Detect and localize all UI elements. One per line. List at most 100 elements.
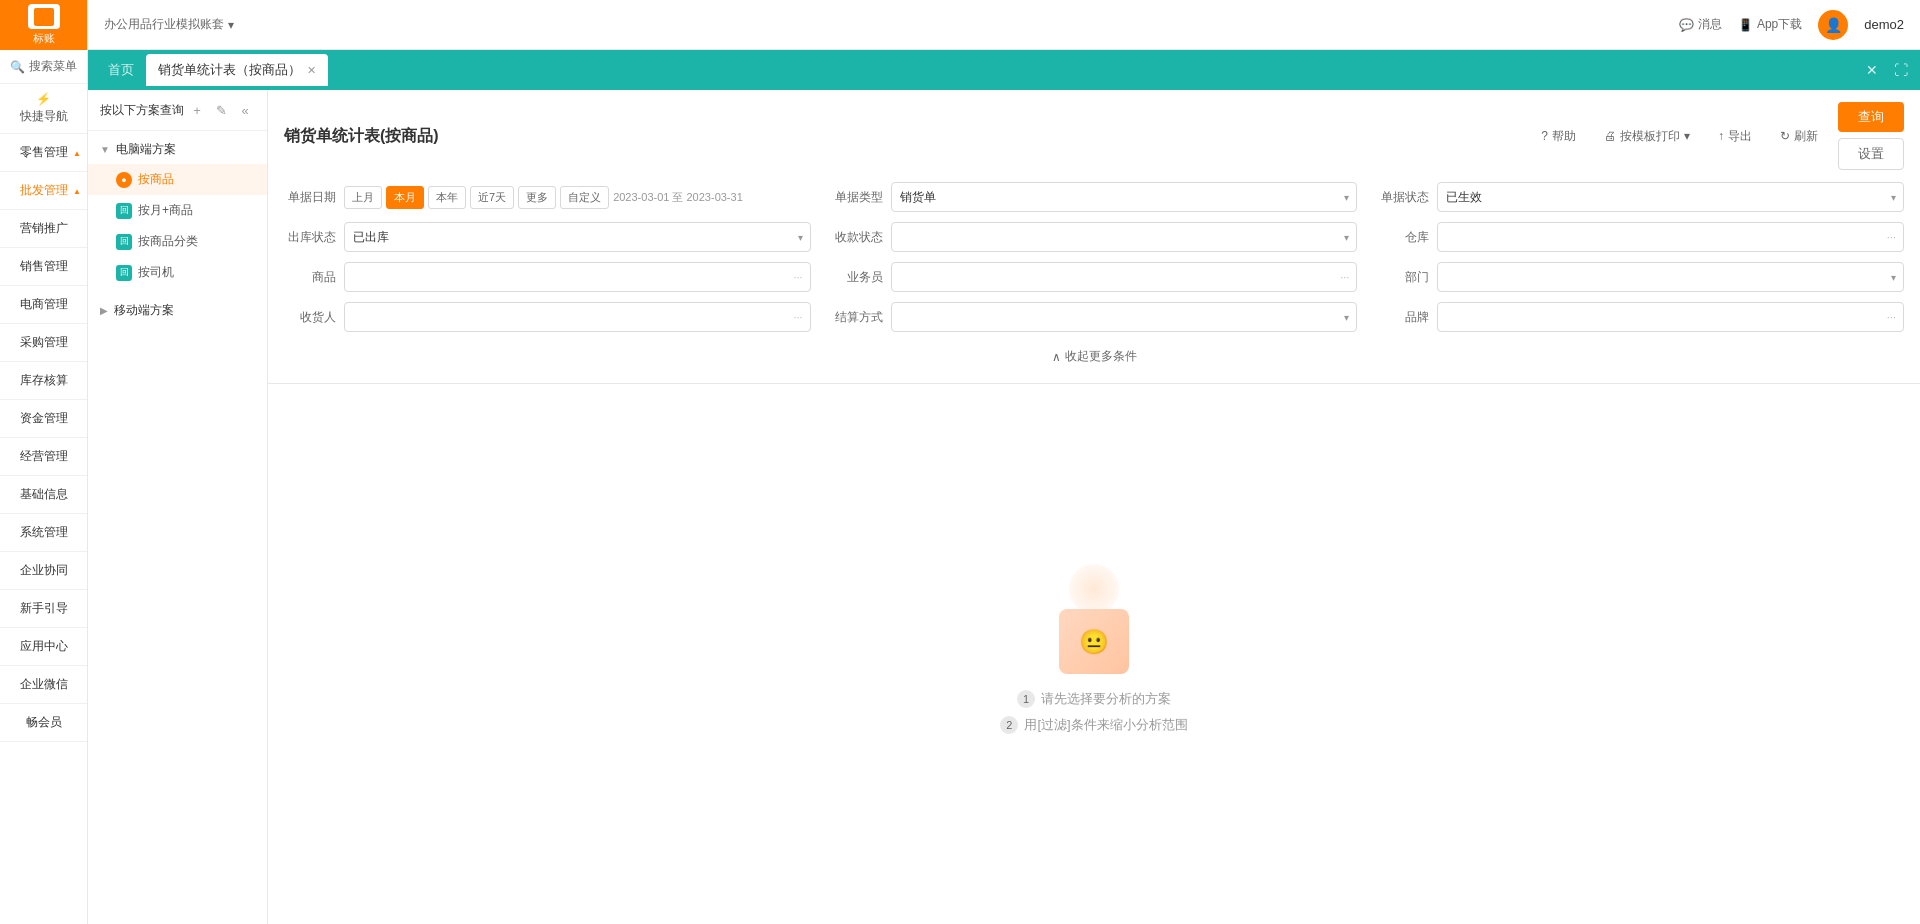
empty-box: 😐 [1059, 609, 1129, 674]
scheme-item-by-product[interactable]: ● 按商品 [88, 164, 267, 195]
print-label: 按模板打印 [1620, 128, 1680, 145]
scheme-item-by-cashier[interactable]: 回 按司机 [88, 257, 267, 288]
receiver-field: 收货人 ··· [284, 302, 811, 332]
out-status-field: 出库状态 ▾ [284, 222, 811, 252]
settlement-field: 结算方式 ▾ [831, 302, 1358, 332]
user-name[interactable]: demo2 [1864, 17, 1904, 32]
collapse-btn[interactable]: ∧ 收起更多条件 [284, 342, 1904, 371]
scheme-item-by-month-product[interactable]: 回 按月+商品 [88, 195, 267, 226]
tab-close-all-icon[interactable]: ✕ [1862, 58, 1882, 82]
sidebar-item-member[interactable]: 畅会员 [0, 704, 87, 742]
salesperson-label: 业务员 [831, 269, 883, 286]
export-btn[interactable]: ↑ 导出 [1710, 124, 1760, 149]
receiver-input[interactable] [344, 302, 811, 332]
collect-status-label: 收款状态 [831, 229, 883, 246]
settings-btn[interactable]: 设置 [1838, 138, 1904, 170]
refresh-btn[interactable]: ↻ 刷新 [1772, 124, 1826, 149]
department-input[interactable] [1437, 262, 1904, 292]
date-this-year-btn[interactable]: 本年 [428, 186, 466, 209]
doc-status-input[interactable] [1437, 182, 1904, 212]
app-download-btn[interactable]: 📱 App下载 [1738, 16, 1802, 33]
collect-status-input-wrap: ▾ [891, 222, 1358, 252]
sidebar-item-operation[interactable]: 经营管理 [0, 438, 87, 476]
product-field: 商品 ··· [284, 262, 811, 292]
warehouse-input[interactable] [1437, 222, 1904, 252]
warehouse-more-icon[interactable]: ··· [1887, 231, 1896, 243]
user-avatar[interactable]: 👤 [1818, 10, 1848, 40]
date-more-btn[interactable]: 更多 [518, 186, 556, 209]
scheme-add-btn[interactable]: + [187, 100, 207, 120]
header-left: 办公用品行业模拟账套 ▾ [104, 16, 234, 33]
sidebar-item-system[interactable]: 系统管理 [0, 514, 87, 552]
message-btn[interactable]: 💬 消息 [1679, 16, 1722, 33]
salesperson-field: 业务员 ··· [831, 262, 1358, 292]
out-status-input[interactable] [344, 222, 811, 252]
date-custom-btn[interactable]: 自定义 [560, 186, 609, 209]
product-input[interactable] [344, 262, 811, 292]
doc-type-field: 单据类型 ▾ [831, 182, 1358, 212]
scheme-item-by-category[interactable]: 回 按商品分类 [88, 226, 267, 257]
tab-close-icon[interactable]: ✕ [307, 64, 316, 77]
settlement-input[interactable] [891, 302, 1358, 332]
tab-home[interactable]: 首页 [96, 54, 146, 86]
empty-hint-1-num: 1 [1017, 690, 1035, 708]
sidebar-item-ecommerce[interactable]: 电商管理 [0, 286, 87, 324]
industry-label: 办公用品行业模拟账套 [104, 16, 224, 33]
doc-status-input-wrap: ▾ [1437, 182, 1904, 212]
date-last-month-btn[interactable]: 上月 [344, 186, 382, 209]
brand-more-icon[interactable]: ··· [1887, 311, 1896, 323]
sidebar-item-retail[interactable]: 零售管理 [0, 134, 87, 172]
sidebar-item-apps[interactable]: 应用中心 [0, 628, 87, 666]
help-btn[interactable]: ? 帮助 [1533, 124, 1584, 149]
print-btn[interactable]: 🖨 按模板打印 ▾ [1596, 124, 1698, 149]
help-icon: ? [1541, 129, 1548, 143]
sidebar-item-enterprise[interactable]: 企业协同 [0, 552, 87, 590]
settlement-input-wrap: ▾ [891, 302, 1358, 332]
header-right: 💬 消息 📱 App下载 👤 demo2 [1679, 10, 1904, 40]
tab-sales-stat[interactable]: 销货单统计表（按商品） ✕ [146, 54, 328, 86]
query-btn[interactable]: 查询 [1838, 102, 1904, 132]
industry-selector[interactable]: 办公用品行业模拟账套 ▾ [104, 16, 234, 33]
scheme-item-by-month-product-label: 按月+商品 [138, 202, 193, 219]
scheme-collapse-btn[interactable]: « [235, 100, 255, 120]
app-logo: 标账 [0, 0, 87, 50]
sidebar-item-inventory[interactable]: 库存核算 [0, 362, 87, 400]
collect-status-input[interactable] [891, 222, 1358, 252]
salesperson-input[interactable] [891, 262, 1358, 292]
scheme-item-square-icon-1: 回 [116, 203, 132, 219]
salesperson-more-icon[interactable]: ··· [1340, 271, 1349, 283]
brand-label: 品牌 [1377, 309, 1429, 326]
scheme-group-pc-header[interactable]: ▼ 电脑端方案 [88, 135, 267, 164]
filter-row-4: 收货人 ··· 结算方式 ▾ [284, 302, 1904, 332]
scheme-group-mobile-header[interactable]: ▶ 移动端方案 [88, 296, 267, 325]
sidebar-item-basic[interactable]: 基础信息 [0, 476, 87, 514]
empty-hint-2-text: 用[过滤]条件来缩小分析范围 [1024, 716, 1187, 734]
doc-type-input[interactable] [891, 182, 1358, 212]
sidebar-item-marketing[interactable]: 营销推广 [0, 210, 87, 248]
app-download-label: App下载 [1757, 16, 1802, 33]
receiver-more-icon[interactable]: ··· [793, 311, 802, 323]
warehouse-input-wrap: ··· [1437, 222, 1904, 252]
scheme-edit-btn[interactable]: ✎ [211, 100, 231, 120]
quick-nav[interactable]: ⚡ 快捷导航 [0, 84, 87, 134]
sidebar-item-purchase[interactable]: 采购管理 [0, 324, 87, 362]
date-this-month-btn[interactable]: 本月 [386, 186, 424, 209]
date-last-7-days-btn[interactable]: 近7天 [470, 186, 514, 209]
top-header: 办公用品行业模拟账套 ▾ 💬 消息 📱 App下载 👤 demo2 [88, 0, 1920, 50]
export-icon: ↑ [1718, 129, 1724, 143]
product-more-icon[interactable]: ··· [793, 271, 802, 283]
sidebar-item-guide[interactable]: 新手引导 [0, 590, 87, 628]
search-menu[interactable]: 🔍 搜索菜单 [0, 50, 87, 84]
warehouse-field: 仓库 ··· [1377, 222, 1904, 252]
sidebar-item-wechat[interactable]: 企业微信 [0, 666, 87, 704]
sidebar-item-sales[interactable]: 销售管理 [0, 248, 87, 286]
sidebar-item-finance[interactable]: 资金管理 [0, 400, 87, 438]
brand-input[interactable] [1437, 302, 1904, 332]
empty-icon: 😐 [1044, 574, 1144, 674]
tab-expand-icon[interactable]: ⛶ [1890, 58, 1912, 82]
department-field: 部门 ▾ [1377, 262, 1904, 292]
scheme-group-pc: ▼ 电脑端方案 ● 按商品 回 按月+商品 回 按商品分类 回 按司 [88, 131, 267, 292]
empty-hint-1: 1 请先选择要分析的方案 [1017, 690, 1171, 708]
logo-text: 标账 [33, 31, 55, 46]
sidebar-item-wholesale[interactable]: 批发管理 [0, 172, 87, 210]
